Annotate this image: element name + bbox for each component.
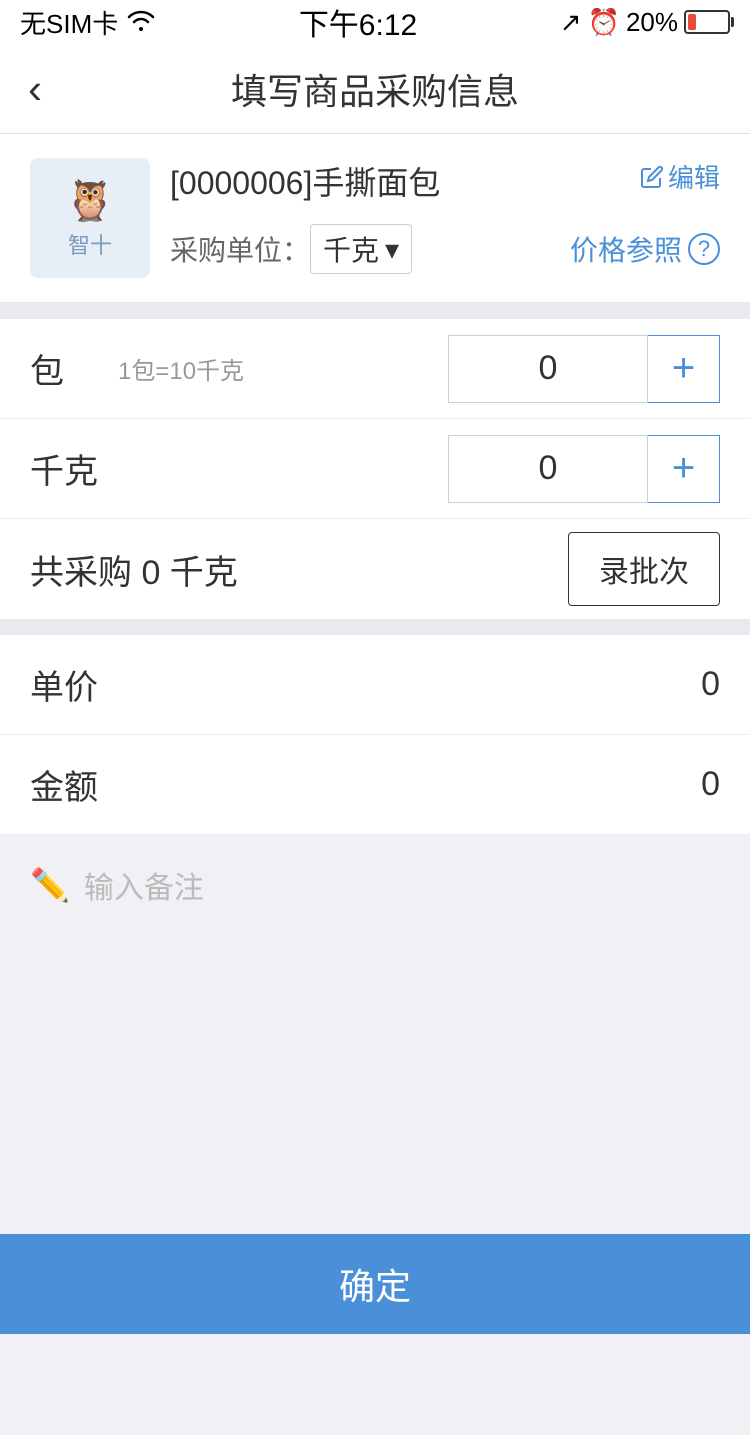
status-time: 下午6:12 [299,0,417,44]
battery-percent: 20% [626,7,678,38]
product-image: 🦉 智十 [30,158,150,278]
kg-plus-button[interactable]: + [648,435,720,503]
bag-input-control: + [448,335,720,403]
unit-label: 采购单位： [170,229,310,269]
section-divider-1 [0,303,750,319]
unit-value: 千克 [323,229,379,269]
price-ref-button[interactable]: 价格参照 ? [570,229,720,269]
summary-row: 共采购 0 千克 录批次 [0,519,750,619]
dropdown-arrow-icon: ▾ [385,233,399,266]
kg-quantity-input[interactable] [448,435,648,503]
note-section[interactable]: ✏️ 输入备注 [0,835,750,935]
location-icon: ↗ [560,7,582,38]
price-label: 单价 [30,660,98,709]
bag-label: 包 [30,344,110,393]
kg-input-control: + [448,435,720,503]
status-bar: 无SIM卡 下午6:12 ↗ ⏰ 20% [0,0,750,44]
amount-row: 金额 0 [0,735,750,835]
bag-quantity-input[interactable] [448,335,648,403]
amount-label: 金额 [30,760,98,809]
product-image-icon: 🦉 [65,177,115,224]
product-name: [0000006]手撕面包 [170,158,440,204]
price-ref-help-icon: ? [688,233,720,265]
price-row: 单价 0 [0,635,750,735]
edit-button[interactable]: 编辑 [640,158,720,195]
nav-bar: ‹ 填写商品采购信息 [0,44,750,134]
product-card: 🦉 智十 [0000006]手撕面包 编辑 采购单位： [0,134,750,303]
bag-sub-label: 1包=10千克 [118,351,448,386]
kg-label: 千克 [30,444,110,493]
back-button[interactable]: ‹ [28,65,42,113]
summary-text: 共采购 0 千克 [30,545,238,594]
alarm-icon: ⏰ [588,7,620,38]
batch-button[interactable]: 录批次 [568,532,720,606]
wifi-icon [126,7,156,38]
carrier-text: 无SIM卡 [20,4,118,41]
note-icon: ✏️ [30,866,70,904]
status-left: 无SIM卡 [20,4,156,41]
page-title: 填写商品采购信息 [231,63,519,115]
unit-select[interactable]: 千克 ▾ [310,224,412,274]
product-image-label: 智十 [68,228,112,260]
price-value: 0 [701,665,720,704]
kg-input-row: 千克 + [0,419,750,519]
product-info: [0000006]手撕面包 编辑 采购单位： 千克 ▾ [170,158,720,274]
bag-plus-button[interactable]: + [648,335,720,403]
section-divider-2 [0,619,750,635]
note-placeholder: 输入备注 [84,863,204,907]
confirm-button[interactable]: 确定 [0,1234,750,1334]
battery-icon [684,10,730,34]
status-right: ↗ ⏰ 20% [560,7,730,38]
bag-input-row: 包 1包=10千克 + [0,319,750,419]
amount-value: 0 [701,765,720,804]
